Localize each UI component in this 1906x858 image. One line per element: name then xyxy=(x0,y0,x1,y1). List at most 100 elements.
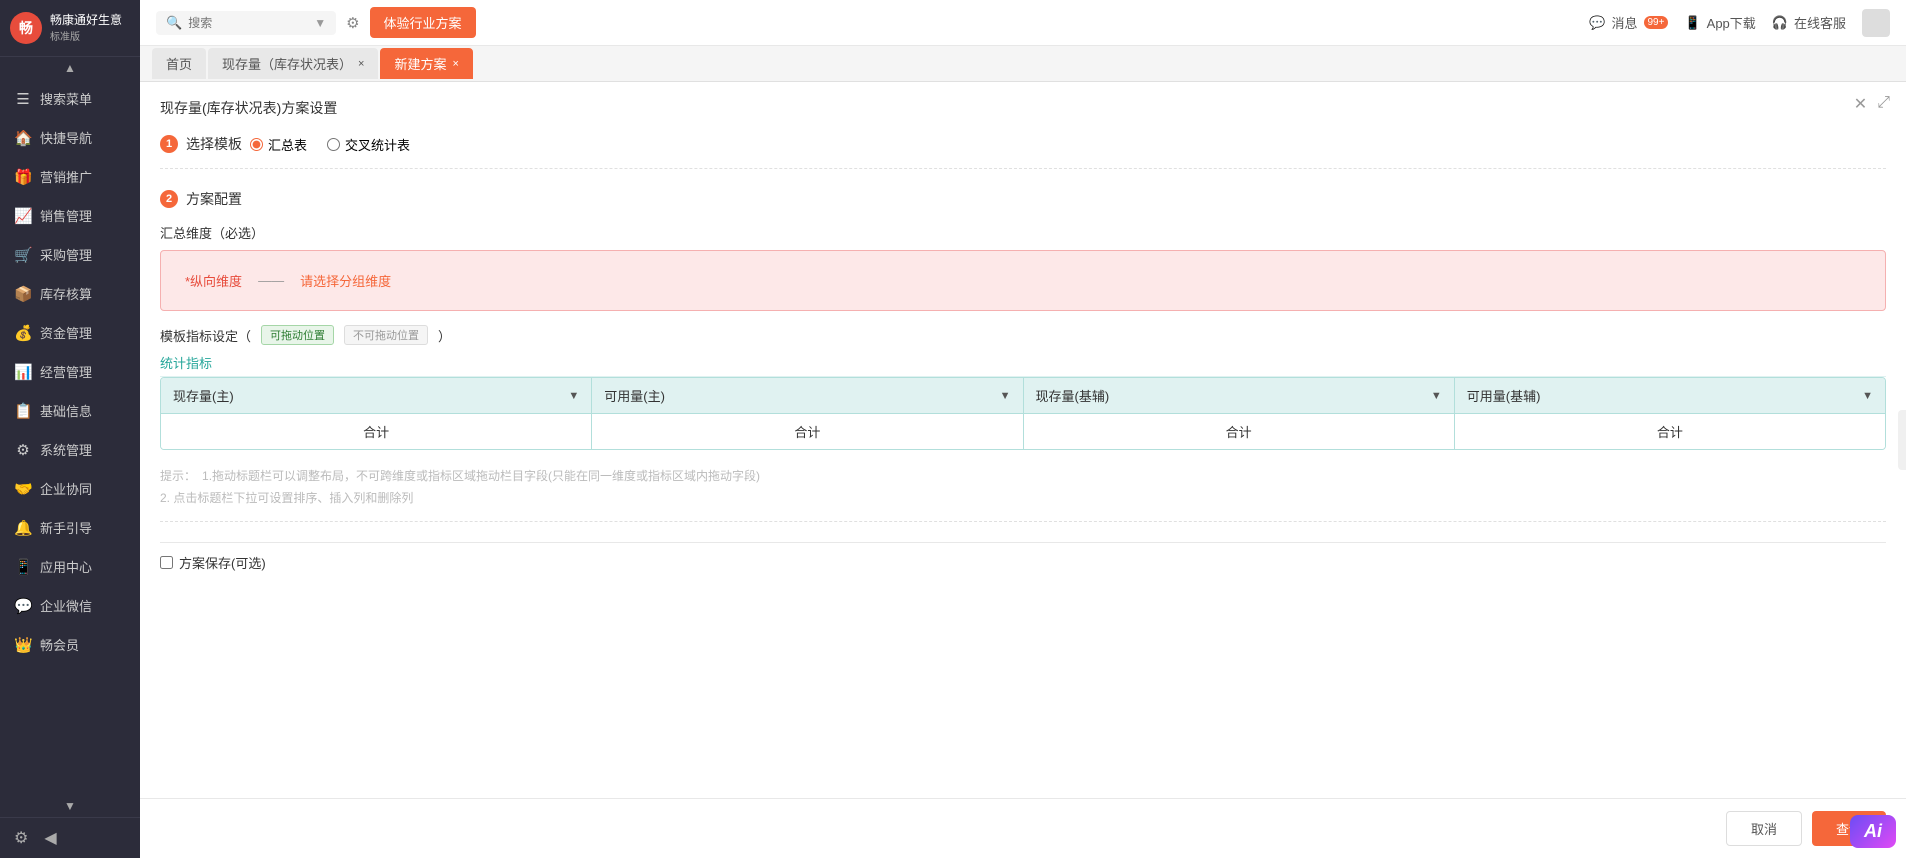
app-download-group[interactable]: 📱 App下载 xyxy=(1684,13,1755,32)
sidebar-item-enterprise-wechat[interactable]: 💬 企业微信 xyxy=(0,586,140,625)
sidebar-item-sales[interactable]: 📈 销售管理 xyxy=(0,196,140,235)
sidebar-item-system[interactable]: ⚙ 系统管理 xyxy=(0,430,140,469)
col-cell-1: 合计 xyxy=(592,414,1023,449)
sidebar-item-finance[interactable]: 💰 资金管理 xyxy=(0,313,140,352)
radio-cross-label: 交叉统计表 xyxy=(345,135,410,154)
sidebar-scroll-down[interactable]: ▼ xyxy=(0,795,140,817)
settings-icon[interactable]: ⚙ xyxy=(14,828,28,848)
sidebar-item-label-inventory: 库存核算 xyxy=(40,284,92,303)
sidebar-item-purchase[interactable]: 🛒 采购管理 xyxy=(0,235,140,274)
save-checkbox[interactable] xyxy=(160,556,173,569)
headset-icon: 🎧 xyxy=(1772,15,1788,31)
step2-section: 2 方案配置 汇总维度（必选） *纵向维度 —— 请选择分组维度 模板指标设定（… xyxy=(160,189,1886,522)
sidebar-item-label-new-guide: 新手引导 xyxy=(40,518,92,537)
sidebar-item-label-basic-info: 基础信息 xyxy=(40,401,92,420)
finance-icon: 💰 xyxy=(14,324,32,342)
sidebar-item-marketing[interactable]: 🎁 营销推广 xyxy=(0,157,140,196)
header-search-box[interactable]: 🔍 ▼ xyxy=(156,11,336,35)
tab-new-plan[interactable]: 新建方案 × xyxy=(380,48,472,79)
enterprise-wechat-icon: 💬 xyxy=(14,597,32,615)
search-dropdown-icon[interactable]: ▼ xyxy=(314,16,326,30)
sidebar-item-app-center[interactable]: 📱 应用中心 xyxy=(0,547,140,586)
app-center-icon: 📱 xyxy=(14,558,32,576)
ai-badge[interactable]: Ai xyxy=(1850,815,1896,848)
trial-button[interactable]: 体验行业方案 xyxy=(370,7,476,38)
sidebar-item-quick-nav[interactable]: 🏠 快捷导航 xyxy=(0,118,140,157)
sidebar-item-new-guide[interactable]: 🔔 新手引导 xyxy=(0,508,140,547)
step2-header: 2 方案配置 xyxy=(160,189,1886,209)
col-chevron-0[interactable]: ▼ xyxy=(568,390,579,402)
tab-bar: 首页 现存量（库存状况表） × 新建方案 × xyxy=(140,46,1906,82)
sidebar-scroll-up[interactable]: ▲ xyxy=(0,57,140,79)
sales-icon: 📈 xyxy=(14,207,32,225)
new-guide-icon: 🔔 xyxy=(14,519,32,537)
tip-title: 提示： 1.拖动标题栏可以调整布局，不可跨维度或指标区域拖动栏目字段(只能在同一… xyxy=(160,466,1886,488)
tab-inventory-status[interactable]: 现存量（库存状况表） × xyxy=(208,48,378,79)
maximize-icon[interactable]: ⤢ xyxy=(1877,94,1890,114)
scroll-hint xyxy=(1898,410,1906,470)
system-icon: ⚙ xyxy=(14,441,32,459)
tab-new-plan-close[interactable]: × xyxy=(452,58,458,70)
step1-header: 1 选择模板 汇总表 交叉统计表 xyxy=(160,134,1886,154)
mobile-icon: 📱 xyxy=(1684,15,1700,31)
col-cell-2: 合计 xyxy=(1024,414,1455,449)
message-badge: 99+ xyxy=(1644,16,1669,29)
toggle-icon[interactable]: ◀ xyxy=(44,828,56,848)
col-chevron-2[interactable]: ▼ xyxy=(1431,390,1442,402)
col-header-2[interactable]: 现存量(基辅) ▼ xyxy=(1024,378,1455,413)
avatar[interactable] xyxy=(1862,9,1890,37)
online-service-label: 在线客服 xyxy=(1794,13,1846,32)
col-header-label-3: 可用量(基辅) xyxy=(1467,386,1541,405)
sidebar-item-label-marketing: 营销推广 xyxy=(40,167,92,186)
logo-icon: 畅 xyxy=(10,12,42,44)
app-download-label: App下载 xyxy=(1707,13,1756,32)
movable-badge: 可拖动位置 xyxy=(261,325,334,345)
sidebar-item-inventory[interactable]: 📦 库存核算 xyxy=(0,274,140,313)
sidebar-item-search-menu[interactable]: ☰ 搜索菜单 xyxy=(0,79,140,118)
save-checkbox-label[interactable]: 方案保存(可选) xyxy=(179,553,266,572)
sidebar-item-label-quick-nav: 快捷导航 xyxy=(40,128,92,147)
sidebar-item-member[interactable]: 👑 畅会员 xyxy=(0,625,140,664)
sidebar-footer: ⚙ ◀ xyxy=(0,817,140,858)
sidebar-item-basic-info[interactable]: 📋 基础信息 xyxy=(0,391,140,430)
col-chevron-3[interactable]: ▼ xyxy=(1862,390,1873,402)
col-chevron-1[interactable]: ▼ xyxy=(1000,390,1011,402)
col-header-label-2: 现存量(基辅) xyxy=(1036,386,1110,405)
sidebar-item-enterprise[interactable]: 🤝 企业协同 xyxy=(0,469,140,508)
tip-title-text: 提示： xyxy=(160,466,196,488)
dimension-area[interactable]: *纵向维度 —— 请选择分组维度 xyxy=(160,250,1886,311)
message-group[interactable]: 💬 消息 99+ xyxy=(1589,13,1668,32)
sidebar-item-label-member: 畅会员 xyxy=(40,635,79,654)
radio-cross[interactable]: 交叉统计表 xyxy=(327,135,410,154)
sidebar-item-operations[interactable]: 📊 经营管理 xyxy=(0,352,140,391)
sidebar-item-label-search: 搜索菜单 xyxy=(40,89,92,108)
tab-home[interactable]: 首页 xyxy=(152,48,206,79)
radio-summary-label: 汇总表 xyxy=(268,135,307,154)
header-left: 🔍 ▼ ⚙ 体验行业方案 xyxy=(156,7,1577,38)
search-input[interactable] xyxy=(188,16,308,30)
gear-icon[interactable]: ⚙ xyxy=(346,14,359,32)
message-label: 消息 xyxy=(1611,13,1637,32)
enterprise-icon: 🤝 xyxy=(14,480,32,498)
step2-divider xyxy=(160,521,1886,522)
dimension-placeholder: 请选择分组维度 xyxy=(300,271,391,290)
tip-item-1-row: 2. 点击标题栏下拉可设置排序、插入列和删除列 xyxy=(160,488,1886,510)
col-header-3[interactable]: 可用量(基辅) ▼ xyxy=(1455,378,1885,413)
footer: 取消 查询 xyxy=(140,798,1906,858)
col-header-0[interactable]: 现存量(主) ▼ xyxy=(161,378,592,413)
online-service-group[interactable]: 🎧 在线客服 xyxy=(1772,13,1846,32)
stats-table-row: 合计 合计 合计 合计 xyxy=(161,413,1885,449)
col-header-1[interactable]: 可用量(主) ▼ xyxy=(592,378,1023,413)
sidebar-item-label-sales: 销售管理 xyxy=(40,206,92,225)
tab-home-label: 首页 xyxy=(166,54,192,73)
tab-inventory-label: 现存量（库存状况表） xyxy=(222,54,352,73)
immovable-badge: 不可拖动位置 xyxy=(344,325,428,345)
sidebar-item-label-enterprise: 企业协同 xyxy=(40,479,92,498)
step2-title: 方案配置 xyxy=(186,189,242,209)
radio-summary[interactable]: 汇总表 xyxy=(250,135,307,154)
close-content-icon[interactable]: ✕ xyxy=(1854,94,1867,114)
tab-inventory-close[interactable]: × xyxy=(358,58,364,70)
sidebar-nav: ☰ 搜索菜单 🏠 快捷导航 🎁 营销推广 📈 销售管理 🛒 采购管理 📦 库存核… xyxy=(0,79,140,795)
search-icon: 🔍 xyxy=(166,15,182,31)
cancel-button[interactable]: 取消 xyxy=(1726,811,1802,846)
